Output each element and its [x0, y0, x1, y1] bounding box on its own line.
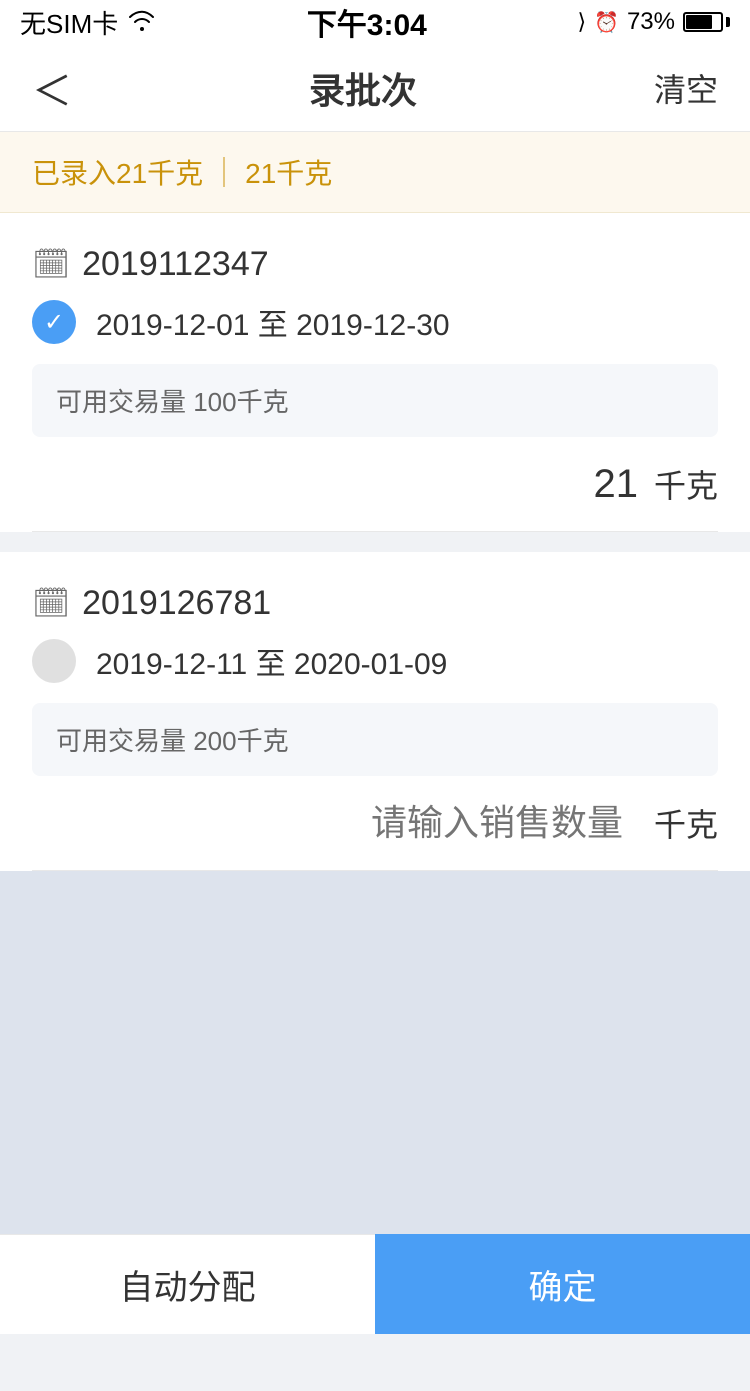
- batch-date-row-1: ✓ 2019-12-01 至 2019-12-30: [32, 300, 718, 344]
- batch-date-2: 2019-12-11 至 2020-01-09: [96, 639, 447, 683]
- bottom-bar: 自动分配 确定: [0, 1234, 750, 1334]
- summary-divider: [223, 157, 225, 187]
- batch-input-unit-2: 千克: [654, 800, 718, 846]
- check-icon-1: ✓: [44, 308, 64, 337]
- batch-header-1: 🗓 2019112347: [32, 245, 718, 284]
- batch-id-2: 2019126781: [82, 584, 271, 623]
- batch-quota-text-2: 可用交易量 200千克: [56, 726, 289, 756]
- auto-distribute-label: 自动分配: [120, 1260, 256, 1309]
- batch-card-2: 🗓 2019126781 2019-12-11 至 2020-01-09 可用交…: [0, 552, 750, 871]
- summary-value: 21千克: [245, 152, 332, 192]
- empty-area: [0, 871, 750, 1291]
- batch-input-row-2[interactable]: 千克: [32, 776, 718, 871]
- clear-button[interactable]: 清空: [654, 65, 718, 111]
- status-left: 无SIM卡: [20, 4, 156, 41]
- summary-bar: 已录入21千克 21千克: [0, 132, 750, 213]
- batch-quota-2: 可用交易量 200千克: [32, 703, 718, 776]
- status-time: 下午3:04: [307, 0, 427, 44]
- auto-distribute-button[interactable]: 自动分配: [0, 1234, 375, 1334]
- batch-quota-1: 可用交易量 100千克: [32, 364, 718, 437]
- batch-card-1: 🗓 2019112347 ✓ 2019-12-01 至 2019-12-30 可…: [0, 213, 750, 532]
- batch-date-1: 2019-12-01 至 2019-12-30: [96, 300, 450, 344]
- back-button[interactable]: ＜: [32, 59, 72, 117]
- status-bar: 无SIM卡 下午3:04 ⟩ ⏰ 73%: [0, 0, 750, 44]
- batch-amount-row-1: 21 千克: [32, 437, 718, 532]
- batch-header-2: 🗓 2019126781: [32, 584, 718, 623]
- alarm-icon: ⏰: [594, 10, 619, 35]
- page-title: 录批次: [309, 62, 417, 114]
- batch-amount-unit-1: 千克: [654, 461, 718, 507]
- batch-amount-value-1: 21: [593, 462, 638, 507]
- wifi-icon: [128, 7, 156, 38]
- confirm-button[interactable]: 确定: [375, 1234, 750, 1334]
- radio-button-1[interactable]: ✓: [32, 300, 76, 344]
- summary-label: 已录入21千克: [32, 152, 203, 192]
- status-right: ⟩ ⏰ 73%: [577, 8, 730, 36]
- carrier-label: 无SIM卡: [20, 4, 118, 41]
- batch-quota-text-1: 可用交易量 100千克: [56, 387, 289, 417]
- batch-id-1: 2019112347: [82, 245, 269, 284]
- batch-icon-1: 🗓: [32, 247, 70, 282]
- radio-button-2[interactable]: [32, 639, 76, 683]
- battery-icon: [683, 12, 730, 32]
- batch-icon-2: 🗓: [32, 586, 70, 621]
- confirm-label: 确定: [529, 1260, 597, 1309]
- batch-date-row-2: 2019-12-11 至 2020-01-09: [32, 639, 718, 683]
- nav-bar: ＜ 录批次 清空: [0, 44, 750, 132]
- batch-amount-input-2[interactable]: [32, 802, 638, 844]
- card-separator-1: [0, 532, 750, 552]
- content-area: 🗓 2019112347 ✓ 2019-12-01 至 2019-12-30 可…: [0, 213, 750, 1391]
- location-icon: ⟩: [577, 9, 586, 35]
- battery-percent: 73%: [627, 8, 675, 36]
